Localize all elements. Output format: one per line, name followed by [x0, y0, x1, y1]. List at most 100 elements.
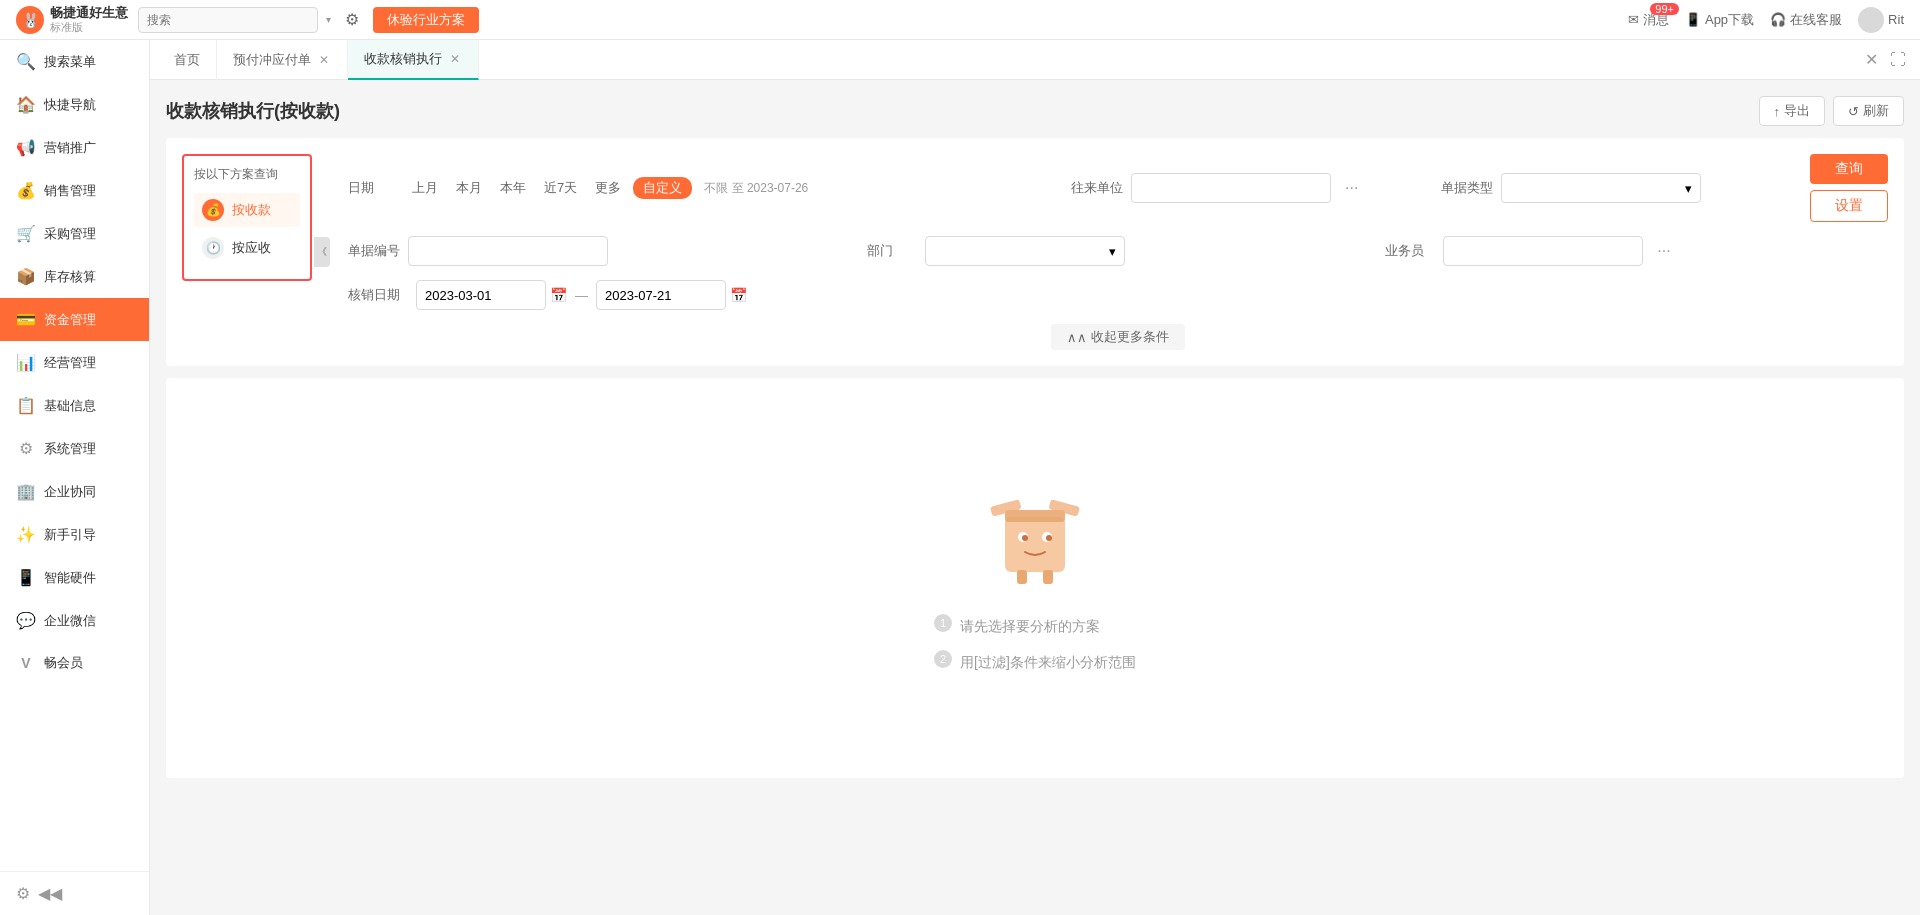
bill-type-dropdown-icon: ▾ [1685, 181, 1692, 196]
member-icon: V [16, 655, 36, 671]
marketing-icon: 📢 [16, 138, 36, 157]
partner-input[interactable] [1131, 173, 1331, 203]
smart-hw-icon: 📱 [16, 568, 36, 587]
sidebar-item-finance[interactable]: 💳 资金管理 [0, 298, 149, 341]
date-separator: — [575, 288, 588, 303]
date-this-year[interactable]: 本年 [494, 177, 532, 199]
settings-btn[interactable]: 设置 [1810, 190, 1888, 222]
beginner-icon: ✨ [16, 525, 36, 544]
bill-type-label: 单据类型 [1441, 179, 1493, 197]
sidebar-collapse-btn[interactable]: ◀◀ [38, 884, 62, 903]
filter-option-by-receipt[interactable]: 💰 按收款 [194, 193, 300, 227]
logo-area: 🐰 畅捷通好生意 标准版 [16, 5, 128, 34]
tab-close-prepay[interactable]: ✕ [317, 51, 331, 69]
staff-input[interactable] [1443, 236, 1643, 266]
search-icon: 🔍 [16, 52, 36, 71]
filter-sidebar: 按以下方案查询 💰 按收款 🕐 按应收 [182, 154, 312, 281]
tab-bar: 首页 预付冲应付单 ✕ 收款核销执行 ✕ ✕ ⛶ [150, 40, 1920, 80]
logo-icon: 🐰 [16, 6, 44, 34]
online-service-btn[interactable]: 🎧 在线客服 [1770, 11, 1842, 29]
partner-dots-btn[interactable]: ··· [1339, 177, 1364, 199]
date-7days[interactable]: 近7天 [538, 177, 583, 199]
sidebar-item-quick-nav[interactable]: 🏠 快捷导航 [0, 83, 149, 126]
message-icon: ✉ [1628, 12, 1639, 27]
top-bar: 🐰 畅捷通好生意 标准版 ▾ ⚙ 休验行业方案 ✉ 消息 99+ 📱 App下载… [0, 0, 1920, 40]
sidebar-item-member[interactable]: V 畅会员 [0, 642, 149, 684]
dropdown-arrow-icon[interactable]: ▾ [326, 14, 331, 25]
sidebar-item-inventory[interactable]: 📦 库存核算 [0, 255, 149, 298]
svg-rect-0 [1005, 517, 1065, 572]
writeoff-start-input[interactable] [416, 280, 546, 310]
writeoff-end-input[interactable] [596, 280, 726, 310]
date-this-month[interactable]: 本月 [450, 177, 488, 199]
date-custom[interactable]: 自定义 [633, 177, 692, 199]
staff-dots-btn[interactable]: ··· [1651, 240, 1676, 262]
app-download-btn[interactable]: 📱 App下载 [1685, 11, 1754, 29]
message-badge: 99+ [1650, 3, 1679, 15]
tab-fullscreen-btn[interactable]: ⛶ [1884, 47, 1912, 73]
sidebar-item-sales[interactable]: 💰 销售管理 [0, 169, 149, 212]
dept-field: 部门 ▾ [867, 236, 1370, 266]
content-area: 首页 预付冲应付单 ✕ 收款核销执行 ✕ ✕ ⛶ 收款核销执行(按收款) [150, 40, 1920, 915]
top-bar-right: ✉ 消息 99+ 📱 App下载 🎧 在线客服 Rit [1628, 7, 1904, 33]
sidebar-item-smart-hw[interactable]: 📱 智能硬件 [0, 556, 149, 599]
dept-label: 部门 [867, 242, 917, 260]
svg-rect-1 [1005, 510, 1065, 522]
export-icon: ↑ [1774, 104, 1781, 119]
export-btn[interactable]: ↑ 导出 [1759, 96, 1826, 126]
query-btn[interactable]: 查询 [1810, 154, 1888, 184]
search-input[interactable] [138, 7, 318, 33]
filter-sidebar-wrapper: 按以下方案查询 💰 按收款 🕐 按应收 《 [182, 154, 312, 350]
filter-panel: 按以下方案查询 💰 按收款 🕐 按应收 《 [166, 138, 1904, 366]
bill-type-field: 单据类型 ▾ [1441, 173, 1795, 203]
sidebar-item-marketing[interactable]: 📢 营销推广 [0, 126, 149, 169]
tab-prepay-conflict[interactable]: 预付冲应付单 ✕ [217, 40, 348, 80]
staff-label: 业务员 [1385, 242, 1435, 260]
top-bar-center: ▾ ⚙ 休验行业方案 [138, 7, 1618, 33]
finance-icon: 💳 [16, 310, 36, 329]
date-shortcuts: 上月 本月 本年 近7天 更多 自定义 [406, 177, 692, 199]
industry-solution-btn[interactable]: 休验行业方案 [373, 7, 479, 33]
partner-label: 往来单位 [1071, 179, 1123, 197]
tab-close-all-btn[interactable]: ✕ [1859, 46, 1884, 73]
writeoff-end-cal-icon[interactable]: 📅 [730, 287, 747, 303]
dept-select[interactable]: ▾ [925, 236, 1125, 266]
tip-1-num: 1 [934, 614, 952, 632]
bill-no-input[interactable] [408, 236, 608, 266]
operation-icon: 📊 [16, 353, 36, 372]
sidebar-item-search-menu[interactable]: 🔍 搜索菜单 [0, 40, 149, 83]
tip-1: 1 请先选择要分析的方案 [934, 612, 1136, 640]
bill-type-select[interactable]: ▾ [1501, 173, 1701, 203]
system-icon: ⚙ [16, 439, 36, 458]
tab-close-writeoff[interactable]: ✕ [448, 50, 462, 68]
user-info-btn[interactable]: Rit [1858, 7, 1904, 33]
writeoff-start-cal-icon[interactable]: 📅 [550, 287, 567, 303]
sidebar-item-system[interactable]: ⚙ 系统管理 [0, 427, 149, 470]
message-btn[interactable]: ✉ 消息 99+ [1628, 11, 1669, 29]
user-name: Rit [1888, 12, 1904, 27]
page-title: 收款核销执行(按收款) [166, 99, 340, 123]
sidebar-settings-btn[interactable]: ⚙ [16, 884, 30, 903]
refresh-btn[interactable]: ↺ 刷新 [1833, 96, 1904, 126]
filter-option-by-receivable[interactable]: 🕐 按应收 [194, 231, 300, 265]
sidebar-item-wechat[interactable]: 💬 企业微信 [0, 599, 149, 642]
receipt-icon: 💰 [202, 199, 224, 221]
writeoff-date-label: 核销日期 [348, 286, 408, 304]
tab-receipt-writeoff[interactable]: 收款核销执行 ✕ [348, 40, 479, 80]
sidebar-item-operation[interactable]: 📊 经营管理 [0, 341, 149, 384]
sidebar-item-beginner[interactable]: ✨ 新手引导 [0, 513, 149, 556]
collapse-more-btn[interactable]: ∧∧ 收起更多条件 [1051, 324, 1185, 350]
sidebar-item-enterprise[interactable]: 🏢 企业协同 [0, 470, 149, 513]
filter-row-1: 日期 上月 本月 本年 近7天 更多 自定义 不限 至 2023-07-26 [348, 154, 1888, 222]
tab-home[interactable]: 首页 [158, 40, 217, 80]
partner-field: 往来单位 ··· [1071, 173, 1425, 203]
date-last-month[interactable]: 上月 [406, 177, 444, 199]
settings-gear-btn[interactable]: ⚙ [339, 7, 365, 33]
main-layout: 🔍 搜索菜单 🏠 快捷导航 📢 营销推广 💰 销售管理 🛒 采购管理 📦 库存核… [0, 40, 1920, 915]
sidebar-item-purchase[interactable]: 🛒 采购管理 [0, 212, 149, 255]
sidebar-item-basic-info[interactable]: 📋 基础信息 [0, 384, 149, 427]
date-more[interactable]: 更多 [589, 177, 627, 199]
filter-form: 日期 上月 本月 本年 近7天 更多 自定义 不限 至 2023-07-26 [348, 154, 1888, 350]
filter-sidebar-collapse-btn[interactable]: 《 [314, 237, 330, 267]
writeoff-date-field: 核销日期 📅 — 📅 [348, 280, 1888, 310]
